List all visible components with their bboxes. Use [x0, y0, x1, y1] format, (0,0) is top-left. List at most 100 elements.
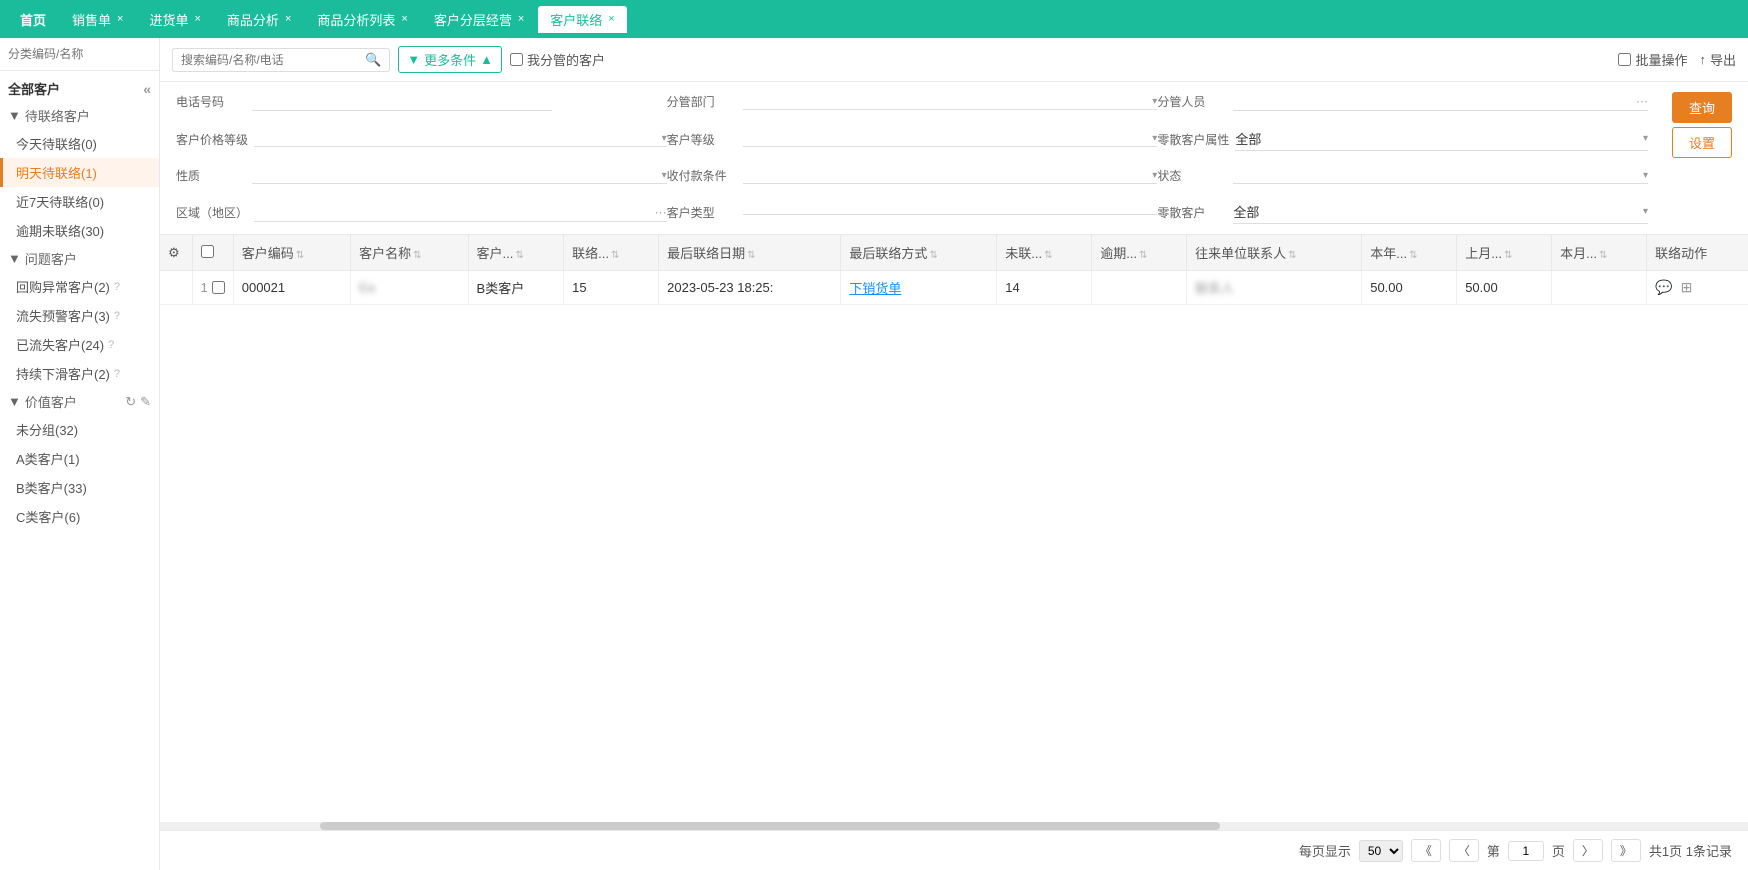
page-input[interactable] [1508, 841, 1544, 861]
col-contacts: 联络...⇅ [564, 235, 659, 271]
group-value-customers[interactable]: ▼ 价值客户 ↻ ✎ [0, 388, 159, 415]
search-input[interactable] [181, 53, 361, 67]
page-unit: 页 [1552, 841, 1565, 860]
edit-value-icon[interactable]: ✎ [140, 394, 151, 410]
col-gear[interactable]: ⚙ [160, 235, 192, 271]
grid-action-icon[interactable]: ⊞ [1681, 279, 1693, 296]
sidebar-item-b-class[interactable]: B类客户(33) [0, 473, 159, 502]
filter-label-customer-type: 客户类型 [667, 204, 737, 221]
sort-name-icon[interactable]: ⇅ [413, 250, 421, 261]
per-page-label: 每页显示 [1299, 841, 1351, 860]
col-last-contact-date: 最后联络日期⇅ [659, 235, 841, 271]
filter-select-price-level[interactable]: ▾ [254, 131, 667, 147]
close-product-analysis-list-icon[interactable]: × [401, 13, 407, 25]
query-button[interactable]: 查询 [1672, 92, 1732, 123]
arrow-pending-icon: ▼ [8, 108, 21, 123]
close-sales-order-icon[interactable]: × [117, 13, 123, 25]
sidebar-item-declining[interactable]: 持续下滑客户(2) ? [0, 359, 159, 388]
row-select-checkbox[interactable] [212, 281, 225, 294]
prev-page-button[interactable]: 〈 [1449, 839, 1479, 862]
sort-last-month-icon[interactable]: ⇅ [1504, 250, 1512, 261]
group-pending-contact[interactable]: ▼ 待联络客户 [0, 102, 159, 129]
next-page-button[interactable]: 〉 [1573, 839, 1603, 862]
nav-product-analysis[interactable]: 商品分析 × [215, 6, 303, 33]
sidebar-item-ungrouped[interactable]: 未分组(32) [0, 415, 159, 444]
sidebar-item-tomorrow-contact[interactable]: 明天待联络(1) [0, 158, 159, 187]
sort-not-contacted-icon[interactable]: ⇅ [1044, 250, 1052, 261]
my-customers-checkbox[interactable] [510, 53, 523, 66]
nav-purchase-order[interactable]: 进货单 × [137, 6, 212, 33]
filter-input-phone[interactable] [252, 92, 552, 111]
sidebar-item-c-class[interactable]: C类客户(6) [0, 502, 159, 531]
sidebar-item-churn-warning[interactable]: 流失预警客户(3) ? [0, 301, 159, 330]
filter-select-status[interactable]: ▾ [1233, 168, 1648, 184]
filter-select-dept[interactable]: ▾ [743, 94, 1158, 110]
sidebar-item-repurchase-anomaly[interactable]: 回购异常客户(2) ? [0, 272, 159, 301]
filter-select-customer-type[interactable] [743, 210, 1158, 215]
sort-type-icon[interactable]: ⇅ [515, 250, 523, 261]
nav-home[interactable]: 首页 [8, 6, 58, 33]
filter-panel: 电话号码 分管部门 ▾ 分管人员 [160, 82, 1748, 235]
sort-this-month-icon[interactable]: ⇅ [1599, 250, 1607, 261]
filter-row-3: 性质 ▾ 收付款条件 ▾ [176, 167, 1648, 184]
last-contact-link[interactable]: 下销货单 [849, 281, 901, 296]
table-container: ⚙ 客户编码⇅ 客户名称⇅ 客户...⇅ 联络...⇅ 最后联络日期⇅ 最后联络… [160, 235, 1748, 822]
last-page-button[interactable]: 》 [1611, 839, 1641, 862]
row-last-contact-date: 2023-05-23 18:25: [659, 271, 841, 305]
search-icon[interactable]: 🔍 [365, 52, 381, 68]
select-all-checkbox[interactable] [201, 245, 214, 258]
sidebar-item-overdue-contact[interactable]: 逾期未联络(30) [0, 216, 159, 245]
row-this-year: 50.00 [1362, 271, 1457, 305]
my-customers-checkbox-area[interactable]: 我分管的客户 [510, 50, 605, 69]
filter-select-person[interactable]: ··· [1233, 92, 1648, 111]
arrow-value-icon: ▼ [8, 394, 21, 409]
refresh-value-icon[interactable]: ↻ [125, 394, 136, 410]
filter-select-nature[interactable]: ▾ [252, 168, 667, 184]
sort-date-icon[interactable]: ⇅ [747, 250, 755, 261]
group-problem-customers[interactable]: ▼ 问题客户 [0, 245, 159, 272]
col-name: 客户名称⇅ [351, 235, 468, 271]
filter-select-payment[interactable]: ▾ [743, 168, 1158, 184]
sort-overdue-icon[interactable]: ⇅ [1139, 250, 1147, 261]
horizontal-scrollbar[interactable] [160, 822, 1748, 830]
filter-label-retail-customer: 零散客户 [1157, 204, 1227, 221]
more-filters-button[interactable]: ▼ 更多条件 ▲ [398, 46, 502, 73]
filter-select-region[interactable]: ··· [254, 203, 667, 222]
gear-header-icon[interactable]: ⚙ [168, 245, 180, 260]
all-customers-header: 全部客户 « [0, 71, 159, 102]
first-page-button[interactable]: 《 [1411, 839, 1441, 862]
scrollbar-thumb[interactable] [320, 822, 1220, 830]
collapse-sidebar-icon[interactable]: « [143, 81, 151, 97]
sort-contacts-icon[interactable]: ⇅ [611, 250, 619, 261]
row-contact-person: 联系人 [1187, 271, 1362, 305]
nav-product-analysis-list[interactable]: 商品分析列表 × [305, 6, 419, 33]
toolbar: 🔍 ▼ 更多条件 ▲ 我分管的客户 批量操作 ↑ 导出 [160, 38, 1748, 82]
per-page-select[interactable]: 50 [1359, 840, 1403, 862]
sort-code-icon[interactable]: ⇅ [296, 250, 304, 261]
sidebar-item-7day-contact[interactable]: 近7天待联络(0) [0, 187, 159, 216]
row-gear[interactable] [160, 271, 192, 305]
export-button[interactable]: ↑ 导出 [1699, 50, 1736, 69]
filter-select-retail-customer[interactable]: 全部 ▾ [1233, 200, 1648, 224]
close-customer-layering-icon[interactable]: × [518, 13, 524, 25]
sidebar-item-today-contact[interactable]: 今天待联络(0) [0, 129, 159, 158]
filter-select-retail-attr[interactable]: 全部 ▾ [1235, 127, 1648, 151]
sidebar-item-a-class[interactable]: A类客户(1) [0, 444, 159, 473]
sort-method-icon[interactable]: ⇅ [929, 250, 937, 261]
close-product-analysis-icon[interactable]: × [285, 13, 291, 25]
sidebar-item-churned[interactable]: 已流失客户(24) ? [0, 330, 159, 359]
batch-operation-button[interactable]: 批量操作 [1618, 50, 1687, 69]
sort-this-year-icon[interactable]: ⇅ [1409, 250, 1417, 261]
nav-customer-contact[interactable]: 客户联络 × [538, 6, 626, 33]
nav-customer-layering[interactable]: 客户分层经营 × [422, 6, 536, 33]
sort-contact-person-icon[interactable]: ⇅ [1288, 250, 1296, 261]
filter-settings-button[interactable]: 设置 [1672, 127, 1732, 158]
sidebar-search-input[interactable] [8, 47, 160, 61]
close-customer-contact-icon[interactable]: × [608, 13, 614, 25]
chat-action-icon[interactable]: 💬 [1655, 279, 1672, 296]
close-purchase-order-icon[interactable]: × [194, 13, 200, 25]
filter-select-customer-level[interactable]: ▾ [743, 131, 1158, 147]
col-code: 客户编码⇅ [233, 235, 350, 271]
nav-sales-order[interactable]: 销售单 × [60, 6, 135, 33]
batch-op-checkbox[interactable] [1618, 53, 1631, 66]
